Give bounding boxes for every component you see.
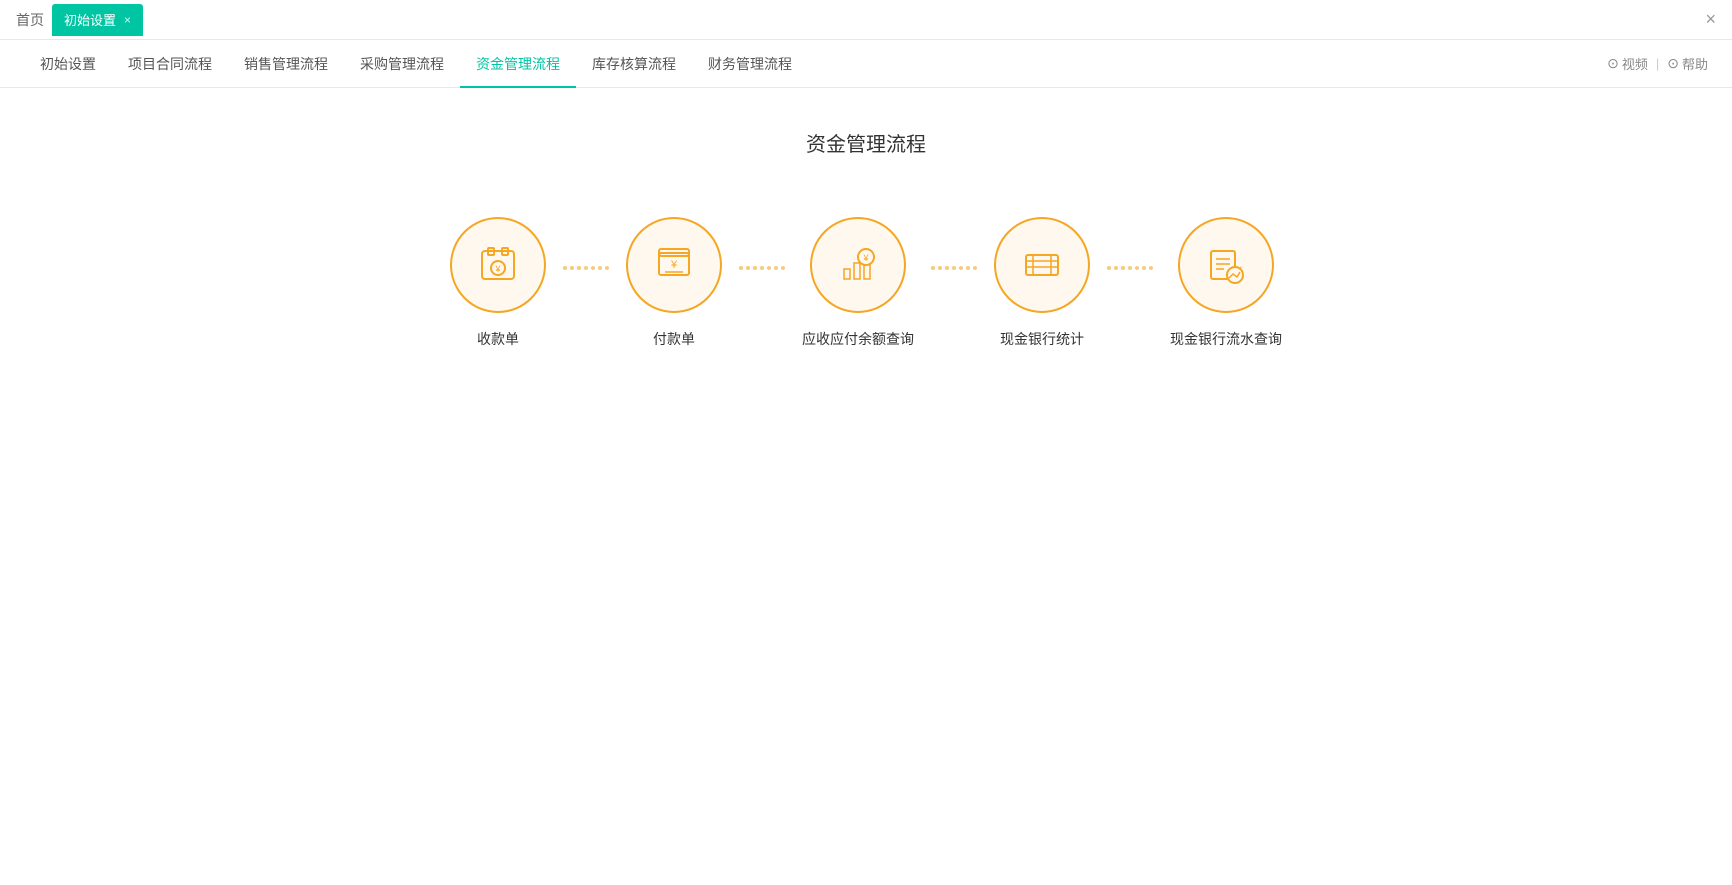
svg-text:¥: ¥ [862, 253, 869, 263]
nav-item-sales[interactable]: 销售管理流程 [228, 40, 344, 88]
nav-item-capital[interactable]: 资金管理流程 [460, 40, 576, 88]
process-item-payment[interactable]: ¥ 付款单 [626, 217, 722, 349]
statement-icon-circle: + [1178, 217, 1274, 313]
connector-4 [1090, 266, 1170, 300]
video-circle-icon: ⊙ [1607, 55, 1619, 72]
window-close-button[interactable]: × [1705, 9, 1716, 30]
svg-text:¥: ¥ [494, 264, 501, 274]
page-title: 资金管理流程 [806, 128, 926, 157]
cashbank-icon-circle [994, 217, 1090, 313]
process-flow: ¥ 收款单 ¥ 付款单 [266, 217, 1466, 349]
process-item-receipt[interactable]: ¥ 收款单 [450, 217, 546, 349]
payment-icon-circle: ¥ [626, 217, 722, 313]
nav-item-finance[interactable]: 财务管理流程 [692, 40, 808, 88]
nav-item-initial[interactable]: 初始设置 [24, 40, 112, 88]
payment-label: 付款单 [653, 329, 695, 349]
process-item-statement[interactable]: + 现金银行流水查询 [1170, 217, 1282, 349]
active-tab-label: 初始设置 [64, 10, 116, 29]
balance-icon-circle: ¥ [810, 217, 906, 313]
statement-label: 现金银行流水查询 [1170, 329, 1282, 349]
connector-3 [914, 266, 994, 300]
main-content: 资金管理流程 ¥ 收款单 [0, 88, 1732, 389]
svg-text:+: + [1239, 266, 1243, 272]
connector-2 [722, 266, 802, 300]
balance-label: 应收应付余额查询 [802, 329, 914, 349]
cashbank-label: 现金银行统计 [1000, 329, 1084, 349]
process-item-cashbank[interactable]: 现金银行统计 [994, 217, 1090, 349]
active-tab[interactable]: 初始设置 × [52, 4, 143, 36]
top-bar: 首页 初始设置 × × [0, 0, 1732, 40]
help-link[interactable]: ⊙ 帮助 [1667, 54, 1708, 73]
cashbank-svg-icon [1018, 241, 1066, 289]
nav-item-purchase[interactable]: 采购管理流程 [344, 40, 460, 88]
balance-svg-icon: ¥ [834, 241, 882, 289]
video-link[interactable]: ⊙ 视频 [1607, 54, 1648, 73]
receipt-icon-circle: ¥ [450, 217, 546, 313]
receipt-label: 收款单 [477, 329, 519, 349]
process-item-balance[interactable]: ¥ 应收应付余额查询 [802, 217, 914, 349]
nav-bar: 初始设置 项目合同流程 销售管理流程 采购管理流程 资金管理流程 库存核算流程 … [0, 40, 1732, 88]
nav-item-project[interactable]: 项目合同流程 [112, 40, 228, 88]
help-circle-icon: ⊙ [1667, 55, 1679, 72]
tab-close-button[interactable]: × [124, 13, 131, 27]
nav-right-actions: ⊙ 视频 | ⊙ 帮助 [1607, 54, 1708, 73]
home-tab[interactable]: 首页 [16, 10, 44, 30]
nav-item-inventory[interactable]: 库存核算流程 [576, 40, 692, 88]
payment-svg-icon: ¥ [650, 241, 698, 289]
connector-1 [546, 266, 626, 300]
receipt-svg-icon: ¥ [474, 241, 522, 289]
svg-text:¥: ¥ [670, 259, 678, 271]
statement-svg-icon: + [1202, 241, 1250, 289]
